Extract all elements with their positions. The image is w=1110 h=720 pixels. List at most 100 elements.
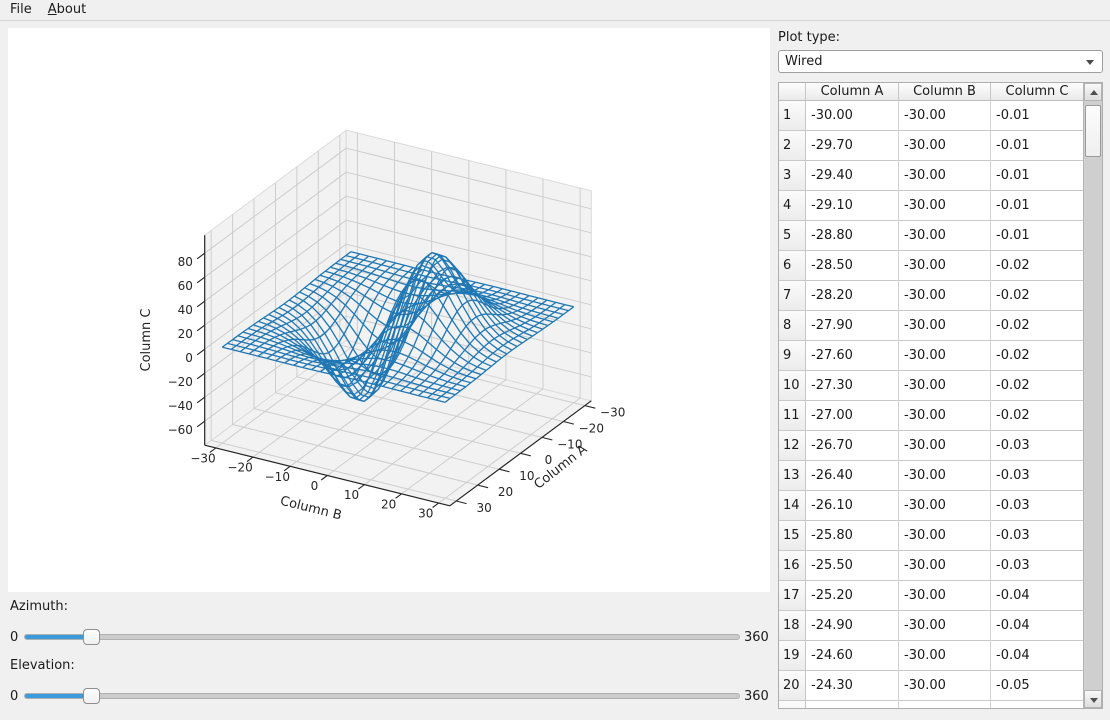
azimuth-slider[interactable] [24,628,740,646]
row-number-cell[interactable]: 15 [779,521,806,551]
table-row[interactable]: 13-26.40-30.00-0.03 [779,461,1083,491]
row-number-cell[interactable]: 2 [779,131,806,161]
row-number-cell[interactable]: 7 [779,281,806,311]
cell-column-c[interactable]: -0.04 [991,641,1083,671]
cell-column-a[interactable]: -24.60 [806,641,899,671]
cell-column-b[interactable]: -30.00 [899,401,991,431]
table-row[interactable]: 3-29.40-30.00-0.01 [779,161,1083,191]
cell-column-a[interactable]: -25.20 [806,581,899,611]
cell-column-a[interactable]: -27.60 [806,341,899,371]
row-number-cell[interactable]: 18 [779,611,806,641]
cell-column-b[interactable]: -30.00 [899,191,991,221]
scrollbar-up-button[interactable] [1084,83,1102,101]
menu-item-about[interactable]: About [40,1,94,19]
row-number-cell[interactable]: 4 [779,191,806,221]
scrollbar-thumb[interactable] [1085,105,1101,157]
cell-column-a[interactable]: -27.30 [806,371,899,401]
table-row[interactable]: 10-27.30-30.00-0.02 [779,371,1083,401]
cell-column-b[interactable]: -30.00 [899,101,991,131]
table-row[interactable]: 2-29.70-30.00-0.01 [779,131,1083,161]
cell-column-b[interactable]: -30.00 [899,491,991,521]
cell-column-c[interactable]: -0.01 [991,221,1083,251]
cell-column-b[interactable]: -30.00 [899,431,991,461]
table-row[interactable]: 17-25.20-30.00-0.04 [779,581,1083,611]
table-row[interactable]: 6-28.50-30.00-0.02 [779,251,1083,281]
cell-column-a[interactable]: -25.50 [806,551,899,581]
cell-column-a[interactable]: -28.80 [806,221,899,251]
cell-column-c[interactable]: -0.02 [991,341,1083,371]
cell-column-b[interactable]: -30.00 [899,161,991,191]
table-row[interactable]: 11-27.00-30.00-0.02 [779,401,1083,431]
table-header-column-a[interactable]: Column A [806,83,899,101]
table-row[interactable]: 8-27.90-30.00-0.02 [779,311,1083,341]
table-row[interactable]: 5-28.80-30.00-0.01 [779,221,1083,251]
row-number-cell[interactable]: 14 [779,491,806,521]
row-number-cell[interactable]: 1 [779,101,806,131]
table-scrollbar[interactable] [1083,83,1102,708]
cell-column-b[interactable]: -30.00 [899,221,991,251]
row-number-cell[interactable]: 10 [779,371,806,401]
elevation-slider-groove[interactable] [24,693,740,699]
cell-column-c[interactable]: -0.02 [991,371,1083,401]
cell-column-a[interactable]: -24.30 [806,671,899,701]
cell-column-b[interactable]: -30.00 [899,371,991,401]
cell-column-a[interactable]: -29.10 [806,191,899,221]
cell-column-a[interactable]: -26.70 [806,431,899,461]
cell-column-c[interactable]: -0.03 [991,521,1083,551]
cell-column-a[interactable]: -27.90 [806,311,899,341]
table-row[interactable]: 18-24.90-30.00-0.04 [779,611,1083,641]
table-row[interactable]: 12-26.70-30.00-0.03 [779,431,1083,461]
row-number-cell[interactable]: 8 [779,311,806,341]
cell-column-b[interactable]: -30.00 [899,131,991,161]
cell-column-a[interactable]: -24.90 [806,611,899,641]
cell-column-c[interactable]: -0.04 [991,581,1083,611]
menu-item-file[interactable]: File [2,1,40,19]
cell-column-b[interactable]: -30.00 [899,551,991,581]
row-number-cell[interactable]: 19 [779,641,806,671]
row-number-cell[interactable]: 13 [779,461,806,491]
cell-column-b[interactable]: -30.00 [899,671,991,701]
cell-column-b[interactable]: -30.00 [899,281,991,311]
row-number-cell[interactable]: 20 [779,671,806,701]
azimuth-slider-groove[interactable] [24,634,740,640]
cell-column-c[interactable]: -0.02 [991,311,1083,341]
cell-column-b[interactable]: -30.00 [899,641,991,671]
row-number-cell[interactable]: 12 [779,431,806,461]
cell-column-c[interactable]: -0.03 [991,491,1083,521]
cell-column-b[interactable]: -30.00 [899,341,991,371]
cell-column-b[interactable]: -30.00 [899,461,991,491]
cell-column-c[interactable]: -0.01 [991,161,1083,191]
cell-column-c[interactable]: -0.02 [991,251,1083,281]
elevation-slider[interactable] [24,687,740,705]
table-header-column-c[interactable]: Column C [991,83,1083,101]
cell-column-a[interactable]: -28.20 [806,281,899,311]
cell-column-c[interactable]: -0.04 [991,611,1083,641]
row-number-cell[interactable]: 3 [779,161,806,191]
cell-column-c[interactable]: -0.02 [991,401,1083,431]
table-row[interactable]: 1-30.00-30.00-0.01 [779,101,1083,131]
row-number-cell[interactable]: 17 [779,581,806,611]
cell-column-c[interactable]: -0.03 [991,461,1083,491]
cell-column-c[interactable]: -0.01 [991,191,1083,221]
table-row[interactable]: 14-26.10-30.00-0.03 [779,491,1083,521]
cell-column-b[interactable]: -30.00 [899,581,991,611]
cell-column-a[interactable]: -26.10 [806,491,899,521]
cell-column-a[interactable]: -29.70 [806,131,899,161]
table-row[interactable]: 7-28.20-30.00-0.02 [779,281,1083,311]
elevation-slider-handle[interactable] [83,688,100,704]
cell-column-b[interactable]: -30.00 [899,251,991,281]
cell-column-c[interactable]: -0.03 [991,551,1083,581]
cell-column-a[interactable]: -28.50 [806,251,899,281]
table-row[interactable]: 20-24.30-30.00-0.05 [779,671,1083,701]
row-number-cell[interactable]: 5 [779,221,806,251]
cell-column-b[interactable]: -30.00 [899,611,991,641]
cell-column-c[interactable]: -0.01 [991,101,1083,131]
table-row[interactable]: 15-25.80-30.00-0.03 [779,521,1083,551]
table-row[interactable]: 4-29.10-30.00-0.01 [779,191,1083,221]
row-number-cell[interactable]: 9 [779,341,806,371]
table-header-column-b[interactable]: Column B [899,83,991,101]
cell-column-c[interactable]: -0.05 [991,671,1083,701]
cell-column-c[interactable]: -0.03 [991,431,1083,461]
cell-column-a[interactable]: -25.80 [806,521,899,551]
row-number-cell[interactable]: 16 [779,551,806,581]
